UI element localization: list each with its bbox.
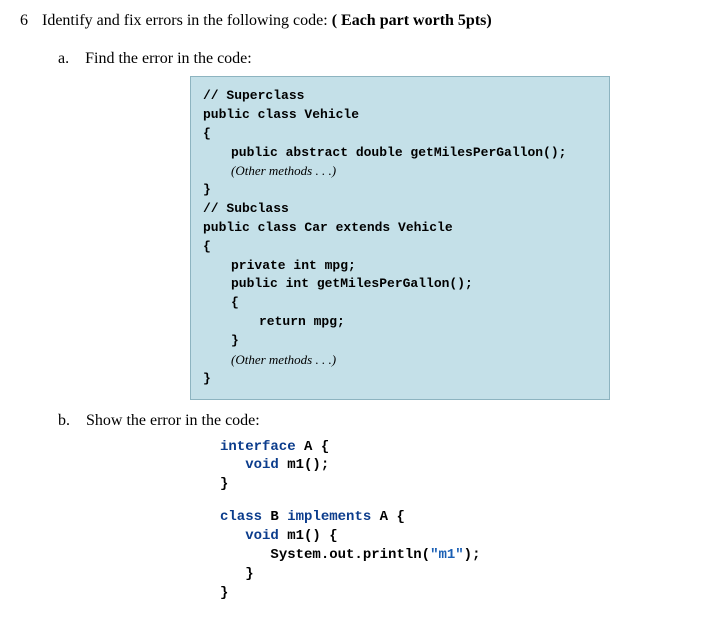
- code-text: B: [262, 509, 287, 525]
- keyword-void: void: [245, 457, 279, 473]
- code-block-a: // Superclass public class Vehicle { pub…: [190, 76, 610, 400]
- code-line: }: [220, 475, 685, 494]
- code-text: );: [464, 547, 481, 563]
- keyword-interface: interface: [220, 439, 296, 455]
- code-text: m1() {: [279, 528, 338, 544]
- code-line: void m1();: [220, 456, 685, 475]
- code-line: interface A {: [220, 438, 685, 457]
- code-line: // Superclass: [203, 87, 597, 106]
- code-line: class B implements A {: [220, 508, 685, 527]
- code-line: private int mpg;: [203, 257, 597, 276]
- part-a-prompt: Find the error in the code:: [85, 50, 252, 68]
- keyword-class: class: [220, 509, 262, 525]
- code-line: return mpg;: [203, 313, 597, 332]
- code-line: {: [203, 125, 597, 144]
- question-header: 6 Identify and fix errors in the followi…: [20, 12, 685, 30]
- question-text-prefix: Identify and fix errors in the following…: [42, 12, 332, 29]
- question-number: 6: [20, 12, 28, 30]
- string-literal: "m1": [430, 547, 464, 563]
- code-line: (Other methods . . .): [203, 351, 597, 370]
- code-line: public class Car extends Vehicle: [203, 219, 597, 238]
- part-b-header: b. Show the error in the code:: [58, 412, 685, 430]
- code-line: }: [203, 370, 597, 389]
- code-line: public int getMilesPerGallon();: [203, 275, 597, 294]
- question-text: Identify and fix errors in the following…: [42, 12, 492, 30]
- code-text: }: [245, 566, 253, 582]
- code-block-b: interface A { void m1(); } class B imple…: [220, 438, 685, 603]
- part-b-prompt: Show the error in the code:: [86, 412, 260, 430]
- question-text-bold: ( Each part worth 5pts): [332, 12, 492, 29]
- keyword-implements: implements: [287, 509, 371, 525]
- code-text: m1();: [279, 457, 329, 473]
- code-line: {: [203, 238, 597, 257]
- code-line: // Subclass: [203, 200, 597, 219]
- code-line: System.out.println("m1");: [220, 546, 685, 565]
- code-line: public abstract double getMilesPerGallon…: [203, 144, 597, 163]
- code-line: {: [203, 294, 597, 313]
- code-line: }: [203, 181, 597, 200]
- code-line: }: [203, 332, 597, 351]
- code-line: }: [220, 565, 685, 584]
- code-line: public class Vehicle: [203, 106, 597, 125]
- code-line: }: [220, 584, 685, 603]
- part-b-letter: b.: [58, 412, 70, 430]
- code-text: A {: [371, 509, 405, 525]
- keyword-void: void: [245, 528, 279, 544]
- code-line: void m1() {: [220, 527, 685, 546]
- part-a-letter: a.: [58, 50, 69, 68]
- code-text: System.out.println(: [270, 547, 430, 563]
- part-a-header: a. Find the error in the code:: [58, 50, 685, 68]
- spacer: [220, 494, 685, 508]
- code-line: (Other methods . . .): [203, 162, 597, 181]
- code-text: A {: [296, 439, 330, 455]
